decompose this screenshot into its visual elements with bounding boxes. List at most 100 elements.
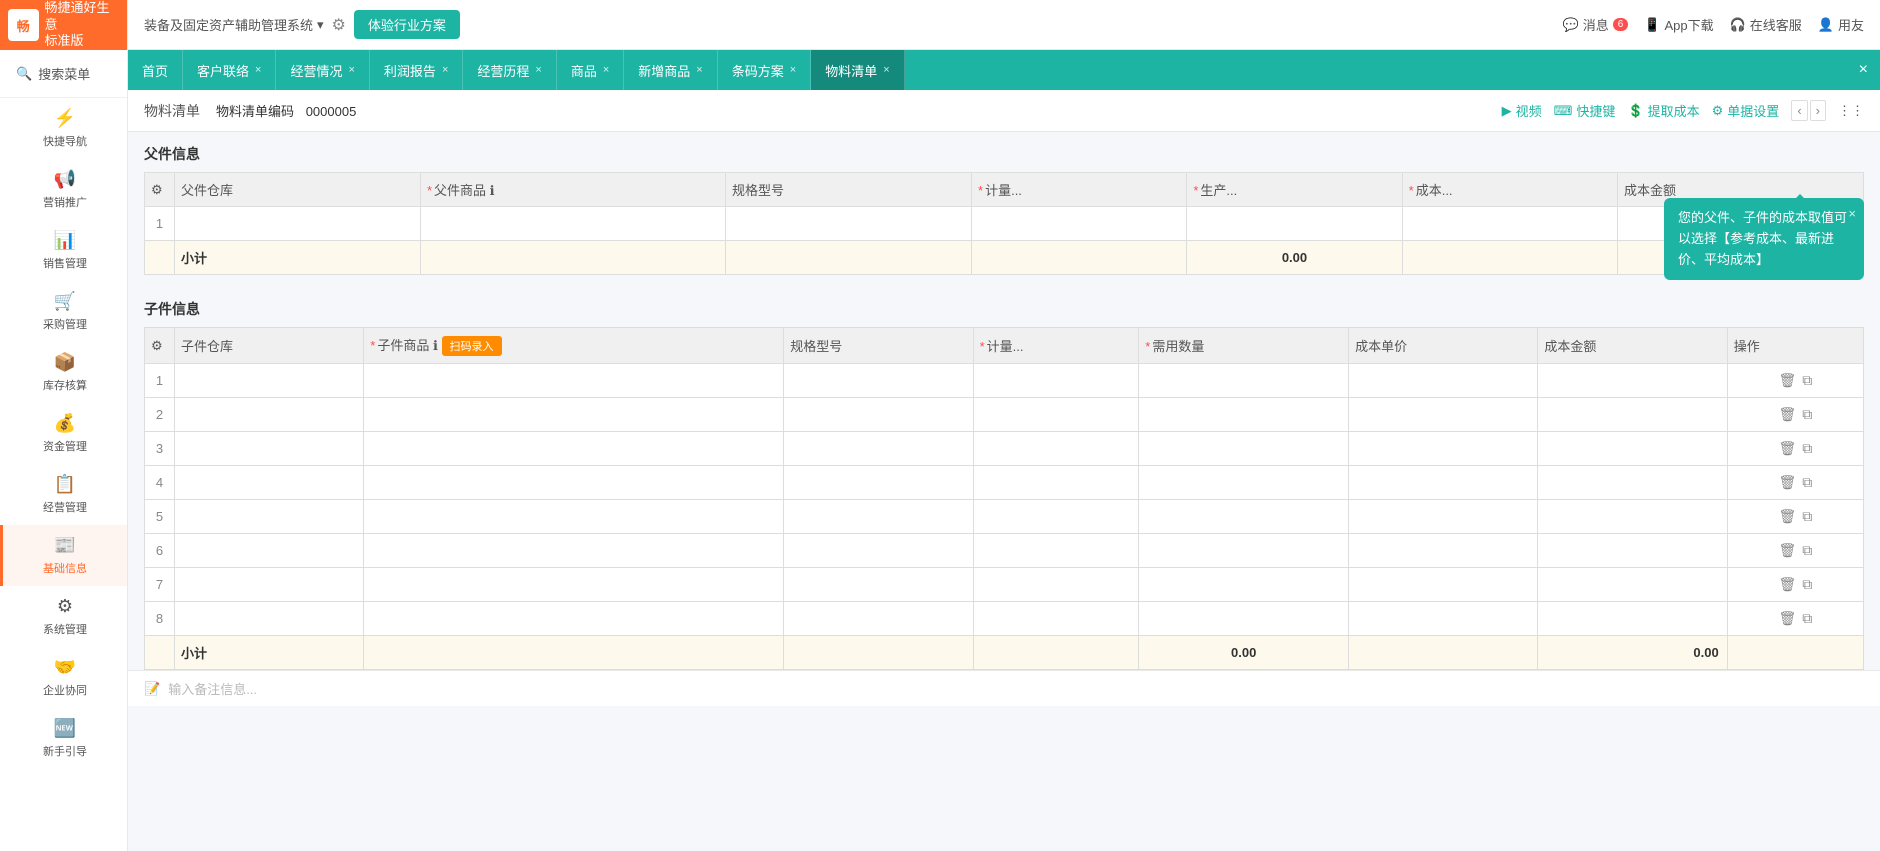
- delete-row-icon[interactable]: 🗑: [1778, 440, 1796, 457]
- child-spec-1[interactable]: [784, 364, 973, 398]
- child-warehouse-5[interactable]: [175, 500, 364, 534]
- child-goods-1[interactable]: [364, 364, 784, 398]
- child-cost-amount-4[interactable]: [1538, 466, 1727, 500]
- sidebar-item-system[interactable]: ⚙ 系统管理: [0, 586, 127, 647]
- child-spec-4[interactable]: [784, 466, 973, 500]
- child-goods-2[interactable]: [364, 398, 784, 432]
- delete-row-icon[interactable]: 🗑: [1778, 610, 1796, 627]
- sidebar-item-inventory[interactable]: 📦 库存核算: [0, 342, 127, 403]
- tab-operations[interactable]: 经营情况 ×: [276, 50, 369, 90]
- child-goods-4[interactable]: [364, 466, 784, 500]
- delete-row-icon[interactable]: 🗑: [1778, 372, 1796, 389]
- trial-button[interactable]: 体验行业方案: [354, 10, 460, 39]
- tab-bom[interactable]: 物料清单 ×: [811, 50, 904, 90]
- settings-icon[interactable]: ⚙: [332, 15, 346, 35]
- parent-spec-cell[interactable]: [726, 207, 972, 241]
- child-spec-3[interactable]: [784, 432, 973, 466]
- delete-row-icon[interactable]: 🗑: [1778, 576, 1796, 593]
- tab-barcode[interactable]: 条码方案 ×: [718, 50, 811, 90]
- tab-close-icon[interactable]: ×: [603, 64, 609, 76]
- tab-new-goods[interactable]: 新增商品 ×: [624, 50, 717, 90]
- app-download-button[interactable]: 📱 App下载: [1644, 15, 1713, 34]
- tab-close-icon[interactable]: ×: [696, 64, 702, 76]
- messages-button[interactable]: 💬 消息 6: [1563, 15, 1629, 34]
- scan-input-button[interactable]: 扫码录入: [442, 336, 502, 356]
- child-cost-price-2[interactable]: [1349, 398, 1538, 432]
- child-cost-amount-7[interactable]: [1538, 568, 1727, 602]
- delete-row-icon[interactable]: 🗑: [1778, 542, 1796, 559]
- child-unit-6[interactable]: [973, 534, 1139, 568]
- child-quantity-3[interactable]: [1139, 432, 1349, 466]
- child-cost-price-8[interactable]: [1349, 602, 1538, 636]
- child-quantity-5[interactable]: [1139, 500, 1349, 534]
- child-quantity-2[interactable]: [1139, 398, 1349, 432]
- tab-close-icon[interactable]: ×: [255, 64, 261, 76]
- tab-home[interactable]: 首页: [128, 50, 183, 90]
- menu-grid-icon[interactable]: ⋮⋮: [1838, 103, 1864, 119]
- child-cost-price-5[interactable]: [1349, 500, 1538, 534]
- child-warehouse-8[interactable]: [175, 602, 364, 636]
- next-arrow-button[interactable]: ›: [1810, 100, 1826, 121]
- child-cost-amount-8[interactable]: [1538, 602, 1727, 636]
- sidebar-item-quick-nav[interactable]: ⚡ 快捷导航: [0, 98, 127, 159]
- copy-row-icon[interactable]: ⧉: [1802, 474, 1812, 491]
- tab-history[interactable]: 经营历程 ×: [463, 50, 556, 90]
- child-spec-7[interactable]: [784, 568, 973, 602]
- parent-unit-cell[interactable]: [972, 207, 1187, 241]
- sidebar-item-finance[interactable]: 💰 资金管理: [0, 403, 127, 464]
- online-service-button[interactable]: 🎧 在线客服: [1730, 15, 1802, 34]
- child-cost-amount-1[interactable]: [1538, 364, 1727, 398]
- tab-close-icon[interactable]: ×: [442, 64, 448, 76]
- child-goods-6[interactable]: [364, 534, 784, 568]
- tab-close-icon[interactable]: ×: [883, 64, 889, 76]
- child-col-config[interactable]: ⚙: [145, 328, 175, 364]
- copy-row-icon[interactable]: ⧉: [1802, 406, 1812, 423]
- child-spec-8[interactable]: [784, 602, 973, 636]
- parent-batch-cell[interactable]: [1187, 207, 1402, 241]
- shortcut-button[interactable]: ⌨ 快捷键: [1554, 101, 1616, 120]
- view-video-button[interactable]: ▶ 视频: [1502, 101, 1542, 120]
- child-unit-5[interactable]: [973, 500, 1139, 534]
- tab-close-icon[interactable]: ×: [348, 64, 354, 76]
- copy-row-icon[interactable]: ⧉: [1802, 440, 1812, 457]
- child-warehouse-7[interactable]: [175, 568, 364, 602]
- copy-row-icon[interactable]: ⧉: [1802, 576, 1812, 593]
- child-quantity-6[interactable]: [1139, 534, 1349, 568]
- sidebar-item-sales[interactable]: 📊 销售管理: [0, 220, 127, 281]
- copy-row-icon[interactable]: ⧉: [1802, 542, 1812, 559]
- copy-row-icon[interactable]: ⧉: [1802, 610, 1812, 627]
- parent-cost-price-cell[interactable]: [1402, 207, 1617, 241]
- child-quantity-1[interactable]: [1139, 364, 1349, 398]
- child-goods-8[interactable]: [364, 602, 784, 636]
- child-goods-5[interactable]: [364, 500, 784, 534]
- child-warehouse-2[interactable]: [175, 398, 364, 432]
- child-warehouse-6[interactable]: [175, 534, 364, 568]
- sidebar-item-guide[interactable]: 🆕 新手引导: [0, 708, 127, 769]
- child-cost-price-1[interactable]: [1349, 364, 1538, 398]
- child-unit-4[interactable]: [973, 466, 1139, 500]
- sidebar-item-cooperation[interactable]: 🤝 企业协同: [0, 647, 127, 708]
- child-goods-7[interactable]: [364, 568, 784, 602]
- sidebar-item-purchase[interactable]: 🛒 采购管理: [0, 281, 127, 342]
- child-unit-3[interactable]: [973, 432, 1139, 466]
- child-quantity-8[interactable]: [1139, 602, 1349, 636]
- tab-close-icon[interactable]: ×: [535, 64, 541, 76]
- child-cost-price-3[interactable]: [1349, 432, 1538, 466]
- copy-row-icon[interactable]: ⧉: [1802, 372, 1812, 389]
- user-menu[interactable]: 👤 用友: [1818, 15, 1864, 34]
- tab-close-icon[interactable]: ×: [790, 64, 796, 76]
- delete-row-icon[interactable]: 🗑: [1778, 406, 1796, 423]
- child-quantity-7[interactable]: [1139, 568, 1349, 602]
- delete-row-icon[interactable]: 🗑: [1778, 474, 1796, 491]
- child-warehouse-4[interactable]: [175, 466, 364, 500]
- parent-col-config[interactable]: ⚙: [145, 173, 175, 207]
- tooltip-close-button[interactable]: ×: [1848, 204, 1856, 225]
- child-spec-6[interactable]: [784, 534, 973, 568]
- child-cost-amount-5[interactable]: [1538, 500, 1727, 534]
- child-cost-price-4[interactable]: [1349, 466, 1538, 500]
- child-cost-price-7[interactable]: [1349, 568, 1538, 602]
- search-menu-button[interactable]: 🔍 搜索菜单: [8, 58, 119, 89]
- tab-profit[interactable]: 利润报告 ×: [370, 50, 463, 90]
- child-spec-2[interactable]: [784, 398, 973, 432]
- child-unit-7[interactable]: [973, 568, 1139, 602]
